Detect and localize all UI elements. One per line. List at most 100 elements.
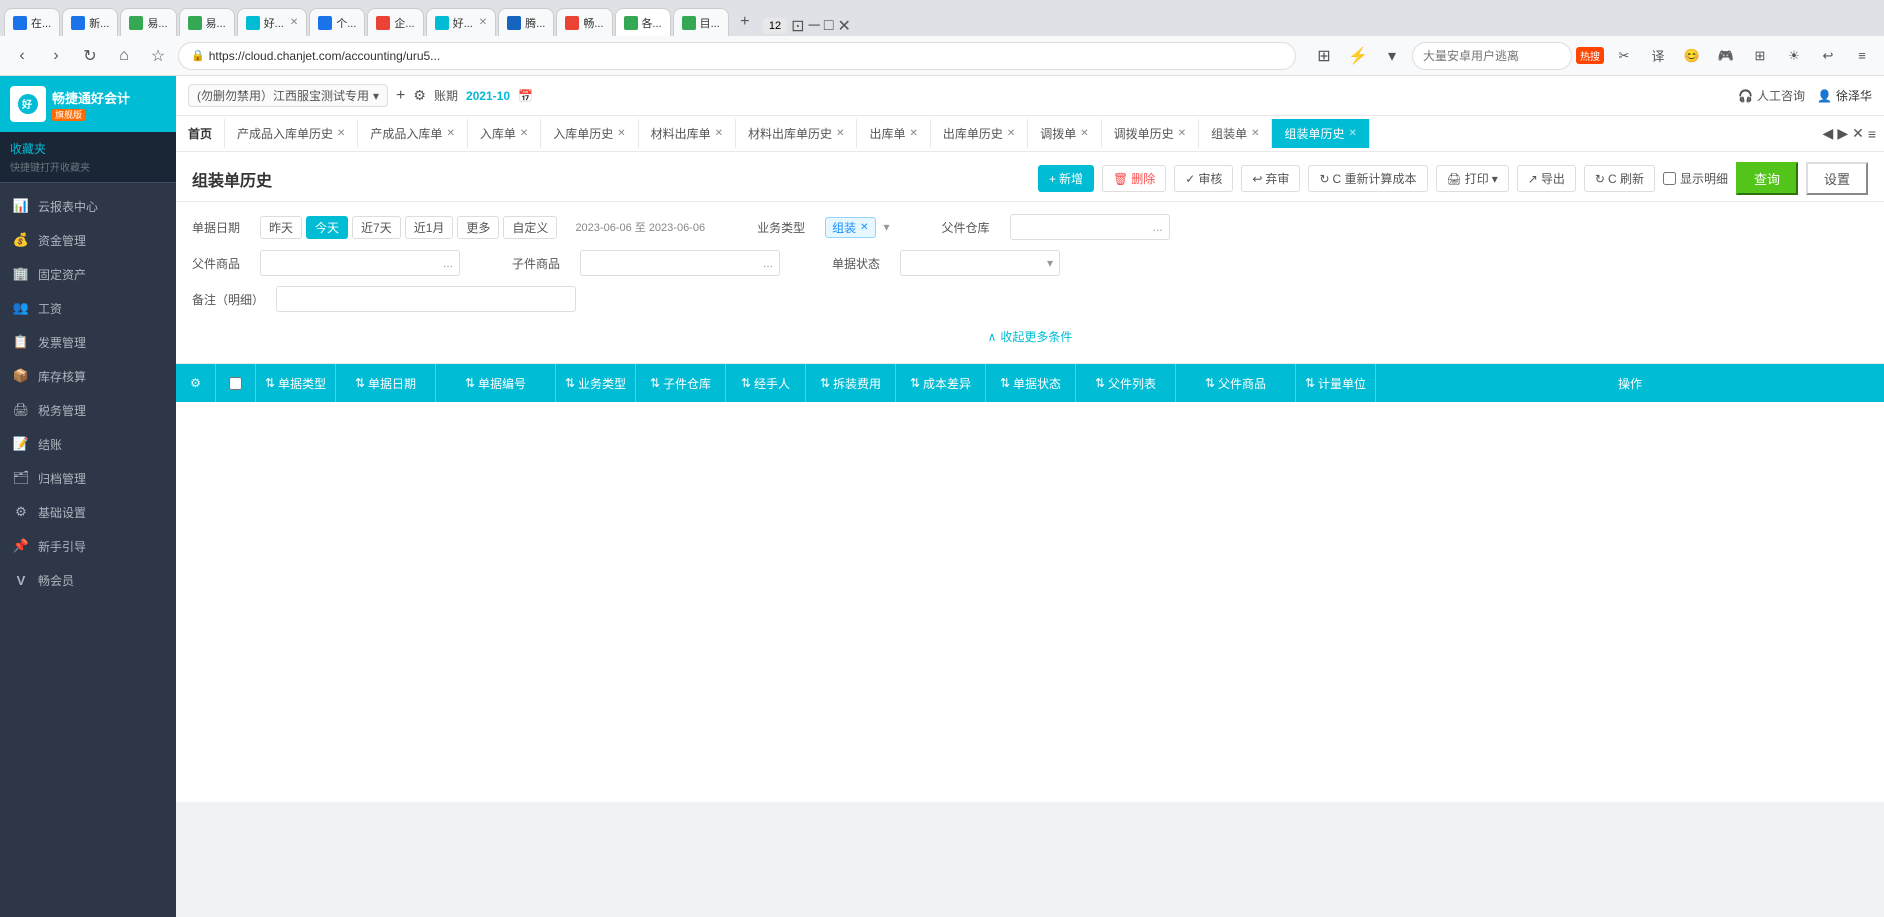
grid-icon[interactable]: ⊞ <box>1746 42 1774 70</box>
page-tab-assemble[interactable]: 调拨单 ✕ <box>1028 119 1101 148</box>
sidebar-item-basic-settings[interactable]: ⚙ 基础设置 <box>0 495 176 529</box>
restore-window-btn[interactable]: ⊡ <box>791 16 804 36</box>
browser-tab-6[interactable]: 个... <box>309 8 365 36</box>
minimize-btn[interactable]: ─ <box>809 17 820 35</box>
export-button[interactable]: ↗ 导出 <box>1517 165 1576 192</box>
th-warehouse[interactable]: ⇅ 子件仓库 <box>636 364 726 402</box>
sidebar-item-fund-mgmt[interactable]: 💰 资金管理 <box>0 223 176 257</box>
company-selector[interactable]: (勿删勿禁用）江西服宝测试专用 ▾ <box>188 84 388 107</box>
refresh-button[interactable]: ↻ <box>76 42 104 70</box>
page-tab-produce-in-history[interactable]: 产成品入库单历史 ✕ <box>225 119 358 148</box>
tab-close-in-order[interactable]: ✕ <box>520 128 528 139</box>
sidebar-item-payroll[interactable]: 👥 工资 <box>0 291 176 325</box>
sidebar-item-membership[interactable]: V 畅会员 <box>0 563 176 597</box>
new-tab-button[interactable]: + <box>731 8 759 36</box>
th-date[interactable]: ⇅ 单据日期 <box>336 364 436 402</box>
tab-close-kit-history[interactable]: ✕ <box>1349 128 1357 139</box>
refresh-button-page[interactable]: ↻ C 刷新 <box>1584 165 1655 192</box>
browser-tab-10[interactable]: 畅... <box>556 8 612 36</box>
sidebar-item-inventory[interactable]: 📦 库存核算 <box>0 359 176 393</box>
browser-tab-2[interactable]: 新... <box>62 8 118 36</box>
delete-button[interactable]: 🗑 删除 <box>1102 165 1166 192</box>
date-preset-custom[interactable]: 自定义 <box>503 216 557 239</box>
child-goods-dots[interactable]: ... <box>763 256 773 270</box>
review-button[interactable]: ✓ 审核 <box>1174 165 1233 192</box>
page-tab-in-order[interactable]: 入库单 ✕ <box>468 119 541 148</box>
bookmark-button[interactable]: ☆ <box>144 42 172 70</box>
tab-close-in-history[interactable]: ✕ <box>617 128 625 139</box>
browser-tab-1[interactable]: 在... <box>4 8 60 36</box>
browser-tab-12[interactable]: 目... <box>673 8 729 36</box>
th-parent-list[interactable]: ⇅ 父件列表 <box>1076 364 1176 402</box>
select-all-checkbox[interactable] <box>229 377 242 390</box>
sidebar-item-invoice-mgmt[interactable]: 📋 发票管理 <box>0 325 176 359</box>
home-button[interactable]: ⌂ <box>110 42 138 70</box>
date-preset-today[interactable]: 今天 <box>306 216 348 239</box>
tab-close-produce-in[interactable]: ✕ <box>446 128 454 139</box>
page-tab-in-history[interactable]: 入库单历史 ✕ <box>541 119 638 148</box>
forward-button[interactable]: › <box>42 42 70 70</box>
sidebar-favorites[interactable]: 收藏夹 快捷键打开收藏夹 <box>0 132 176 183</box>
sun-icon[interactable]: ☀ <box>1780 42 1808 70</box>
abandon-button[interactable]: ↩ 弃审 <box>1241 165 1300 192</box>
parent-goods-field[interactable]: ... <box>260 250 460 276</box>
th-status[interactable]: ⇅ 单据状态 <box>986 364 1076 402</box>
page-tab-home[interactable]: 首页 <box>176 119 225 148</box>
date-preset-1month[interactable]: 近1月 <box>405 216 454 239</box>
date-preset-7days[interactable]: 近7天 <box>352 216 401 239</box>
th-check[interactable] <box>216 364 256 402</box>
tab-close-8[interactable]: ✕ <box>479 17 487 28</box>
add-button[interactable]: + 新增 <box>1038 165 1094 192</box>
th-biz-type[interactable]: ⇅ 业务类型 <box>556 364 636 402</box>
browser-tab-4[interactable]: 易... <box>179 8 235 36</box>
back-button[interactable]: ‹ <box>8 42 36 70</box>
tab-close-material-out[interactable]: ✕ <box>715 128 723 139</box>
parent-warehouse-dots[interactable]: ... <box>1153 220 1163 234</box>
browser-tab-8[interactable]: 好... ✕ <box>426 8 497 36</box>
dropdown-button[interactable]: ▾ <box>1378 42 1406 70</box>
order-status-dropdown[interactable]: ▾ <box>1047 256 1053 270</box>
display-detail-checkbox[interactable] <box>1663 172 1676 185</box>
date-preset-yesterday[interactable]: 昨天 <box>260 216 302 239</box>
remark-input[interactable] <box>276 286 576 312</box>
biz-type-dropdown[interactable]: ▾ <box>884 220 890 234</box>
user-service[interactable]: 🎧 人工咨询 <box>1738 87 1805 104</box>
tabs-right-btn[interactable]: ▶ <box>1837 125 1848 142</box>
tab-close-material-out-history[interactable]: ✕ <box>836 128 844 139</box>
scissors-icon[interactable]: ✂ <box>1610 42 1638 70</box>
emoji-icon[interactable]: 😊 <box>1678 42 1706 70</box>
undo-icon[interactable]: ↩ <box>1814 42 1842 70</box>
address-bar[interactable]: 🔒 https://cloud.chanjet.com/accounting/u… <box>178 42 1296 70</box>
user-name[interactable]: 👤 徐泽华 <box>1817 87 1872 104</box>
th-diff[interactable]: ⇅ 成本差异 <box>896 364 986 402</box>
page-tab-assemble-history[interactable]: 调拨单历史 ✕ <box>1102 119 1199 148</box>
query-button[interactable]: 查询 <box>1736 162 1798 195</box>
print-button[interactable]: 🖨 打印 ▾ <box>1436 165 1509 192</box>
sidebar-item-new-guide[interactable]: 📌 新手引导 <box>0 529 176 563</box>
tab-close-produce-in-history[interactable]: ✕ <box>337 128 345 139</box>
page-tab-out-order[interactable]: 出库单 ✕ <box>857 119 930 148</box>
page-tab-kit-history[interactable]: 组装单历史 ✕ <box>1272 119 1369 148</box>
tab-close-kit[interactable]: ✕ <box>1251 128 1259 139</box>
game-icon[interactable]: 🎮 <box>1712 42 1740 70</box>
th-handler[interactable]: ⇅ 经手人 <box>726 364 806 402</box>
biz-type-tag-close[interactable]: ✕ <box>860 222 868 233</box>
sidebar-item-fixed-assets[interactable]: 🏢 固定资产 <box>0 257 176 291</box>
th-unit[interactable]: ⇅ 计量单位 <box>1296 364 1376 402</box>
qr-button[interactable]: ⊞ <box>1310 42 1338 70</box>
browser-search-input[interactable] <box>1412 42 1572 70</box>
browser-tab-3[interactable]: 易... <box>120 8 176 36</box>
tabs-close-all-btn[interactable]: ✕ <box>1852 125 1864 142</box>
date-preset-more[interactable]: 更多 <box>457 216 499 239</box>
sidebar-item-settlement[interactable]: 📝 结账 <box>0 427 176 461</box>
browser-tab-5[interactable]: 好... ✕ <box>237 8 308 36</box>
page-tab-kit[interactable]: 组装单 ✕ <box>1199 119 1272 148</box>
translate-icon[interactable]: 译 <box>1644 42 1672 70</box>
th-type[interactable]: ⇅ 单据类型 <box>256 364 336 402</box>
tab-close-assemble[interactable]: ✕ <box>1080 128 1088 139</box>
page-tab-out-history[interactable]: 出库单历史 ✕ <box>931 119 1028 148</box>
collapse-btn[interactable]: ∧ 收起更多条件 <box>192 322 1868 351</box>
page-tab-produce-in[interactable]: 产成品入库单 ✕ <box>358 119 467 148</box>
page-tab-material-out-history[interactable]: 材料出库单历史 ✕ <box>736 119 857 148</box>
tabs-menu-btn[interactable]: ≡ <box>1868 126 1876 142</box>
